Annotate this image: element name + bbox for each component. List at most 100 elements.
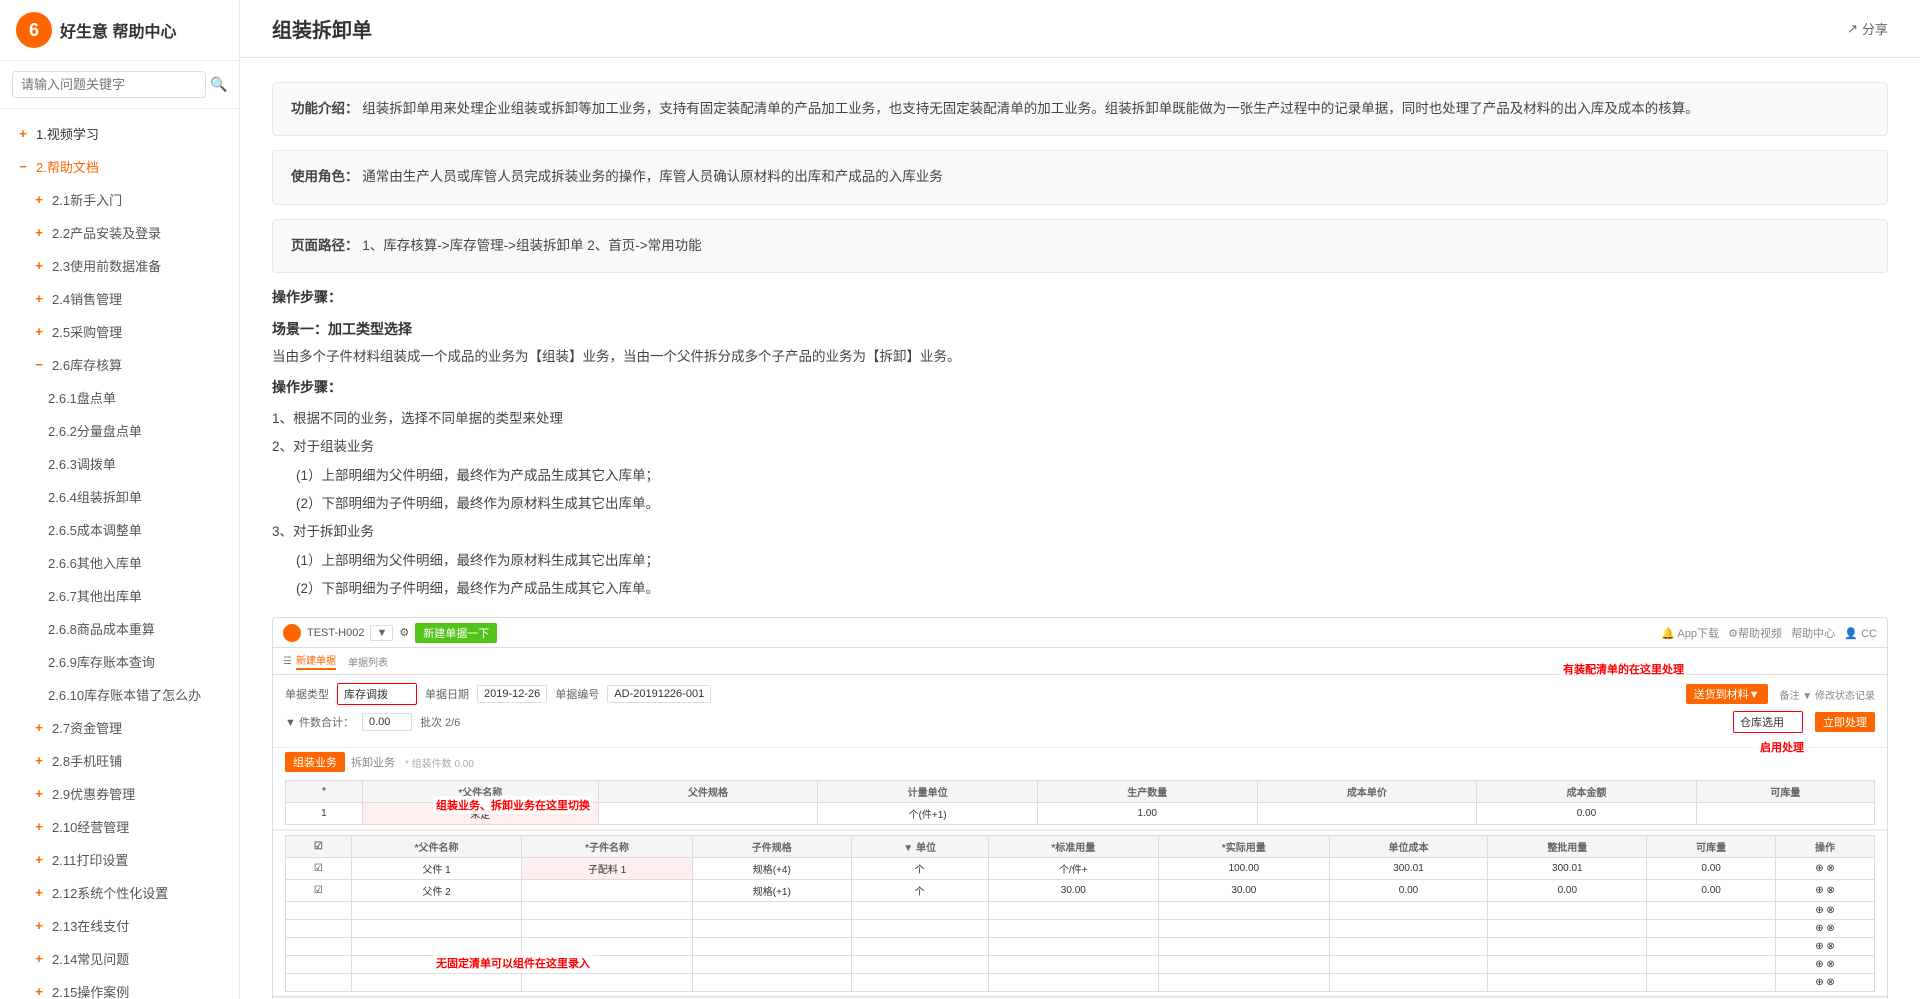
mock-btd-spec1: 规格(+4) xyxy=(692,858,851,880)
search-button[interactable]: 🔍 xyxy=(210,76,227,93)
mock-btd-7h xyxy=(1329,974,1488,992)
nav-item-docs-262[interactable]: 2.6.2分量盘点单 xyxy=(0,414,239,447)
nav-item-docs-265[interactable]: 2.6.5成本调整单 xyxy=(0,513,239,546)
mock-th-avail: 可库量 xyxy=(1696,781,1874,803)
mock-icons-right: 🔔 App下载 ⚙帮助视频 帮助中心 👤 CC xyxy=(1661,625,1877,641)
mock-dropdown[interactable]: ▼ xyxy=(370,625,393,641)
mock-th-cost: 成本单价 xyxy=(1257,781,1477,803)
mock-btd-3f xyxy=(988,902,1159,920)
mock-input-no[interactable]: AD-20191226-001 xyxy=(607,685,711,703)
mock-save-btn[interactable]: 送货到材料▼ xyxy=(1686,684,1768,704)
step-item-2: (1）上部明细为父件明细，最终作为产成品生成其它入库单； xyxy=(296,464,1888,488)
mock-btd-7d xyxy=(692,974,851,992)
mock-btd-7a xyxy=(286,974,352,992)
nav-item-docs-266[interactable]: 2.6.6其他入库单 xyxy=(0,546,239,579)
mock-bth-std: *标准用量 xyxy=(988,836,1159,858)
mock-bth-total2: 整批用量 xyxy=(1488,836,1647,858)
nav-item-docs-24[interactable]: +2.4销售管理 xyxy=(0,282,239,315)
nav-icon-docs-25: + xyxy=(32,325,46,339)
mock-btd-5k: ⊕ ⊗ xyxy=(1776,938,1875,956)
mock-topbar: TEST-H002 ▼ ⚙ 新建单据一下 🔔 App下载 ⚙帮助视频 帮助中心 … xyxy=(273,618,1887,648)
nav-label-docs-24: 2.4销售管理 xyxy=(52,289,122,308)
nav-item-docs-22[interactable]: +2.2产品安装及登录 xyxy=(0,216,239,249)
mock-btd-unit2: 个 xyxy=(851,880,988,902)
nav-icon-docs-28: + xyxy=(32,754,46,768)
mock-btd-6b xyxy=(351,956,522,974)
nav-label-docs-22: 2.2产品安装及登录 xyxy=(52,223,161,242)
mock-logo xyxy=(283,624,301,642)
nav-icon-docs-22: + xyxy=(32,226,46,240)
mock-btd-3b xyxy=(351,902,522,920)
mock-btd-4e xyxy=(851,920,988,938)
nav-item-videos[interactable]: +1.视频学习 xyxy=(0,117,239,150)
mock-btd-ops2: ⊕ ⊗ xyxy=(1776,880,1875,902)
mock-btd-5e xyxy=(851,938,988,956)
mock-btd-7i xyxy=(1488,974,1647,992)
mock-btd-check1: ☑ xyxy=(286,858,352,880)
mock-td-qty: 1.00 xyxy=(1037,803,1257,825)
mock-warehouse-input[interactable]: 仓库选用 xyxy=(1733,711,1803,733)
mock-bottom-row6: ⊕ ⊗ xyxy=(286,956,1875,974)
main-header: 组装拆卸单 ↗ 分享 xyxy=(240,0,1920,58)
nav-icon-docs-215: + xyxy=(32,985,46,999)
mock-confirm-btn[interactable]: 立即处理 xyxy=(1815,712,1875,732)
mock-new-btn[interactable]: 新建单据一下 xyxy=(415,623,497,643)
page-title: 组装拆卸单 xyxy=(272,14,372,43)
mock-btd-4d xyxy=(692,920,851,938)
nav-item-docs-268[interactable]: 2.6.8商品成本重算 xyxy=(0,612,239,645)
nav-item-docs-23[interactable]: +2.3使用前数据准备 xyxy=(0,249,239,282)
nav-item-docs-215[interactable]: +2.15操作案例 xyxy=(0,975,239,999)
mock-form-area: 单据类型 库存调拨 单据日期 2019-12-26 单据编号 AD-201912… xyxy=(273,675,1887,747)
nav-label-docs-262: 2.6.2分量盘点单 xyxy=(48,421,142,440)
mock-btd-avail1: 0.00 xyxy=(1647,858,1776,880)
nav-item-docs-211[interactable]: +2.11打印设置 xyxy=(0,843,239,876)
nav-item-docs-28[interactable]: +2.8手机旺铺 xyxy=(0,744,239,777)
nav-item-docs-269[interactable]: 2.6.9库存账本查询 xyxy=(0,645,239,678)
nav-icon-docs-214: + xyxy=(32,952,46,966)
step-item-0: 1、根据不同的业务，选择不同单据的类型来处理 xyxy=(272,407,1888,431)
mock-bth-child: *子件名称 xyxy=(522,836,693,858)
share-icon: ↗ xyxy=(1847,21,1858,37)
nav-label-docs-21: 2.1新手入门 xyxy=(52,190,122,209)
path-box: 页面路径： 1、库存核算->库存管理->组装拆卸单 2、首页->常用功能 xyxy=(272,219,1888,273)
mock-input-type[interactable]: 库存调拨 xyxy=(337,683,417,705)
nav-item-docs-267[interactable]: 2.6.7其他出库单 xyxy=(0,579,239,612)
nav-item-docs-21[interactable]: +2.1新手入门 xyxy=(0,183,239,216)
mock-bottom-row7: ⊕ ⊗ xyxy=(286,974,1875,992)
nav-label-docs-211: 2.11打印设置 xyxy=(52,850,128,869)
nav-item-docs-212[interactable]: +2.12系统个性化设置 xyxy=(0,876,239,909)
mock-input-date[interactable]: 2019-12-26 xyxy=(477,685,547,703)
mock-td-spec xyxy=(598,803,818,825)
nav-item-docs-27[interactable]: +2.7资金管理 xyxy=(0,711,239,744)
nav-item-docs-25[interactable]: +2.5采购管理 xyxy=(0,315,239,348)
share-button[interactable]: ↗ 分享 xyxy=(1847,19,1888,38)
nav-item-docs-264[interactable]: 2.6.4组装拆卸单 xyxy=(0,480,239,513)
mock-btd-actual2: 30.00 xyxy=(1159,880,1330,902)
mock-btd-5f xyxy=(988,938,1159,956)
nav-item-docs-213[interactable]: +2.13在线支付 xyxy=(0,909,239,942)
nav-label-docs-264: 2.6.4组装拆卸单 xyxy=(48,487,142,506)
mock-tab-disassemble[interactable]: 拆卸业务 xyxy=(351,754,395,770)
nav-item-docs-214[interactable]: +2.14常见问题 xyxy=(0,942,239,975)
nav-item-docs-26[interactable]: −2.6库存核算 xyxy=(0,348,239,381)
nav-item-docs-210[interactable]: +2.10经营管理 xyxy=(0,810,239,843)
mock-top-row1: 1 未定 个(件+1) 1.00 0.00 xyxy=(286,803,1875,825)
mock-bottom-row2: ☑ 父件 2 规格(+1) 个 30.00 30.00 0.00 0.00 xyxy=(286,880,1875,902)
brand-name: 好生意 帮助中心 xyxy=(60,18,176,42)
nav-item-docs-261[interactable]: 2.6.1盘点单 xyxy=(0,381,239,414)
mock-td-unit: 个(件+1) xyxy=(818,803,1038,825)
mock-btd-4a xyxy=(286,920,352,938)
nav-item-docs-29[interactable]: +2.9优惠券管理 xyxy=(0,777,239,810)
steps-list: 1、根据不同的业务，选择不同单据的类型来处理2、对于组装业务(1）上部明细为父件… xyxy=(272,407,1888,601)
nav-label-docs-28: 2.8手机旺铺 xyxy=(52,751,122,770)
search-input[interactable] xyxy=(12,71,206,98)
nav-item-docs-263[interactable]: 2.6.3调拨单 xyxy=(0,447,239,480)
nav-item-docs-2610[interactable]: 2.6.10库存账本错了怎么办 xyxy=(0,678,239,711)
mock-btd-parent2: 父件 2 xyxy=(351,880,522,902)
mock-tab-assemble[interactable]: 组装业务 xyxy=(285,752,345,772)
mock-btd-7f xyxy=(988,974,1159,992)
role-box: 使用角色： 通常由生产人员或库管人员完成拆装业务的操作，库管人员确认原材料的出库… xyxy=(272,150,1888,204)
mock-input-count[interactable]: 0.00 xyxy=(362,713,412,731)
nav-item-docs[interactable]: −2.帮助文档 xyxy=(0,150,239,183)
nav-list: +1.视频学习−2.帮助文档+2.1新手入门+2.2产品安装及登录+2.3使用前… xyxy=(0,109,239,999)
